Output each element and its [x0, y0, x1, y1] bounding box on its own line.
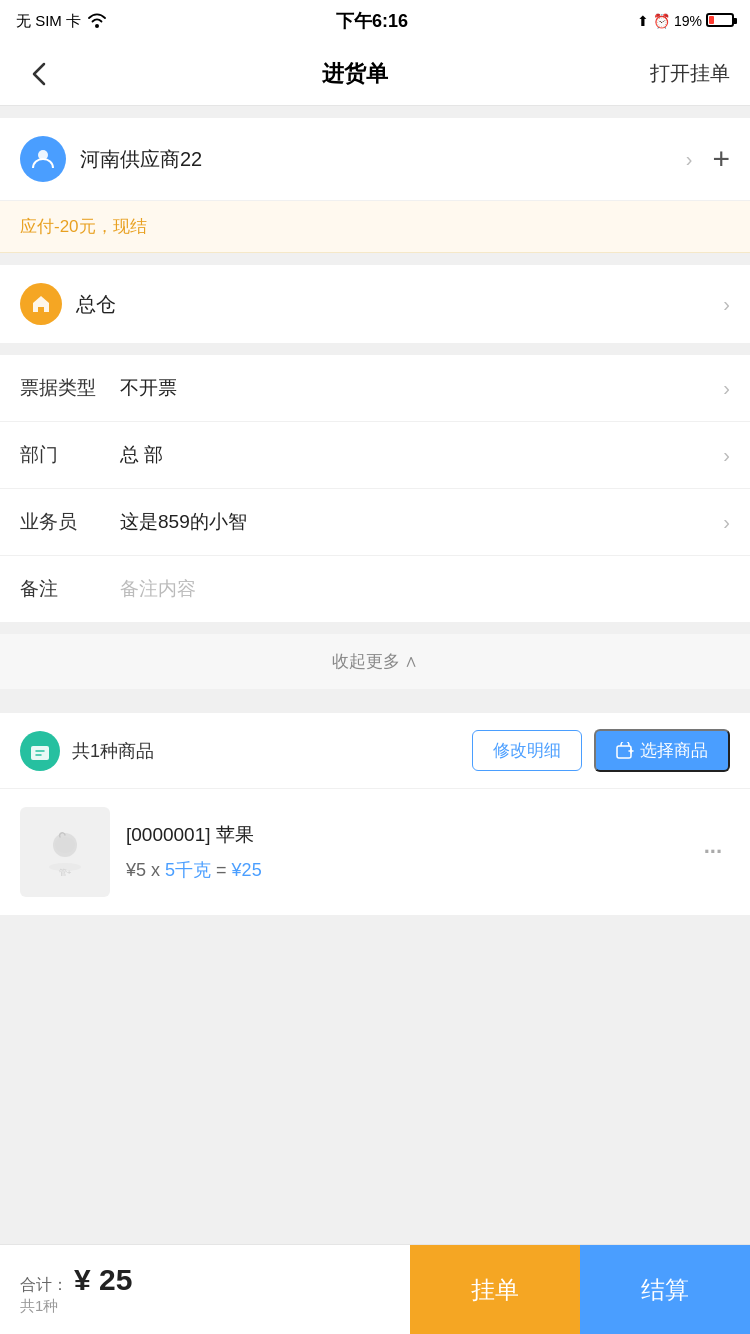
select-product-label: 选择商品 [640, 739, 708, 762]
checkout-button[interactable]: 结算 [580, 1245, 750, 1334]
battery-pct: 19% [674, 13, 702, 29]
back-button[interactable] [20, 54, 60, 94]
product-id: [0000001] [126, 824, 211, 845]
form-card: 票据类型 不开票 › 部门 总 部 › 业务员 这是859的小智 › 备注 备注… [0, 355, 750, 622]
product-more-button[interactable]: ··· [696, 831, 730, 873]
product-info: [0000001] 苹果 ¥5 x 5千克 = ¥25 [126, 822, 696, 882]
svg-rect-1 [38, 307, 44, 313]
mid-divider [0, 701, 750, 713]
salesperson-label: 业务员 [20, 509, 100, 535]
select-product-button[interactable]: 选择商品 [594, 729, 730, 772]
location-icon: ⬆ [637, 13, 649, 29]
unit-price: ¥5 [126, 860, 146, 880]
top-divider [0, 106, 750, 118]
remark-label: 备注 [20, 576, 100, 602]
status-left: 无 SIM 卡 [16, 12, 107, 31]
supplier-card: 河南供应商22 › + 应付-20元，现结 [0, 118, 750, 253]
product-name: [0000001] 苹果 [126, 822, 696, 848]
warehouse-card[interactable]: 总仓 › [0, 265, 750, 343]
status-time: 下午6:16 [336, 9, 408, 33]
bottom-spacer [0, 916, 750, 1016]
battery-icon [706, 13, 734, 30]
product-count-label: 共1种商品 [72, 739, 472, 763]
sim-label: 无 SIM 卡 [16, 12, 81, 31]
department-label: 部门 [20, 442, 100, 468]
product-item: 管+ [0000001] 苹果 ¥5 x 5千克 = ¥25 ··· [0, 789, 750, 916]
remark-value[interactable]: 备注内容 [100, 576, 730, 602]
add-button[interactable]: + [712, 142, 730, 176]
total-row: 合计： ¥ 25 [20, 1263, 390, 1297]
invoice-type-value: 不开票 [100, 375, 723, 401]
product-header: 共1种商品 修改明细 选择商品 [0, 713, 750, 789]
warehouse-name: 总仓 [76, 291, 723, 318]
item-total: ¥25 [232, 860, 262, 880]
product-icon [20, 731, 60, 771]
page-title: 进货单 [322, 59, 388, 89]
warehouse-row[interactable]: 总仓 › [0, 265, 750, 343]
invoice-type-label: 票据类型 [20, 375, 100, 401]
remark-row[interactable]: 备注 备注内容 [0, 556, 750, 622]
status-right: ⬆ ⏰ 19% [637, 13, 734, 30]
salesperson-chevron-icon: › [723, 511, 730, 534]
multiply-sign: x [151, 860, 165, 880]
warehouse-icon [20, 283, 62, 325]
total-amount: ¥ 25 [74, 1263, 132, 1297]
collapse-label: 收起更多 ∧ [332, 652, 419, 671]
alert-banner: 应付-20元，现结 [0, 201, 750, 253]
total-section: 合计： ¥ 25 共1种 [0, 1245, 410, 1334]
department-row[interactable]: 部门 总 部 › [0, 422, 750, 489]
total-count: 共1种 [20, 1297, 390, 1316]
svg-point-5 [55, 837, 75, 853]
warehouse-chevron-icon: › [723, 293, 730, 316]
hang-button[interactable]: 挂单 [410, 1245, 580, 1334]
svg-rect-2 [31, 746, 49, 760]
alarm-icon: ⏰ [653, 13, 670, 29]
salesperson-row[interactable]: 业务员 这是859的小智 › [0, 489, 750, 556]
supplier-row[interactable]: 河南供应商22 › + [0, 118, 750, 201]
status-bar: 无 SIM 卡 下午6:16 ⬆ ⏰ 19% [0, 0, 750, 42]
quantity: 5千克 [165, 860, 211, 880]
wifi-icon [87, 12, 107, 31]
supplier-chevron-icon: › [686, 148, 693, 171]
supplier-name: 河南供应商22 [80, 146, 686, 173]
product-thumbnail: 管+ [20, 807, 110, 897]
invoice-type-row[interactable]: 票据类型 不开票 › [0, 355, 750, 422]
invoice-chevron-icon: › [723, 377, 730, 400]
bottom-bar: 合计： ¥ 25 共1种 挂单 结算 [0, 1244, 750, 1334]
department-value: 总 部 [100, 442, 723, 468]
svg-text:管+: 管+ [59, 868, 72, 877]
salesperson-value: 这是859的小智 [100, 509, 723, 535]
equals-sign: = [216, 860, 232, 880]
total-label: 合计： [20, 1275, 68, 1296]
modify-detail-button[interactable]: 修改明细 [472, 730, 582, 771]
product-title-name: 苹果 [216, 824, 254, 845]
supplier-avatar [20, 136, 66, 182]
collapse-row[interactable]: 收起更多 ∧ [0, 634, 750, 689]
department-chevron-icon: › [723, 444, 730, 467]
product-price: ¥5 x 5千克 = ¥25 [126, 858, 696, 882]
open-pending-button[interactable]: 打开挂单 [650, 60, 730, 87]
nav-bar: 进货单 打开挂单 [0, 42, 750, 106]
svg-rect-3 [617, 746, 631, 758]
